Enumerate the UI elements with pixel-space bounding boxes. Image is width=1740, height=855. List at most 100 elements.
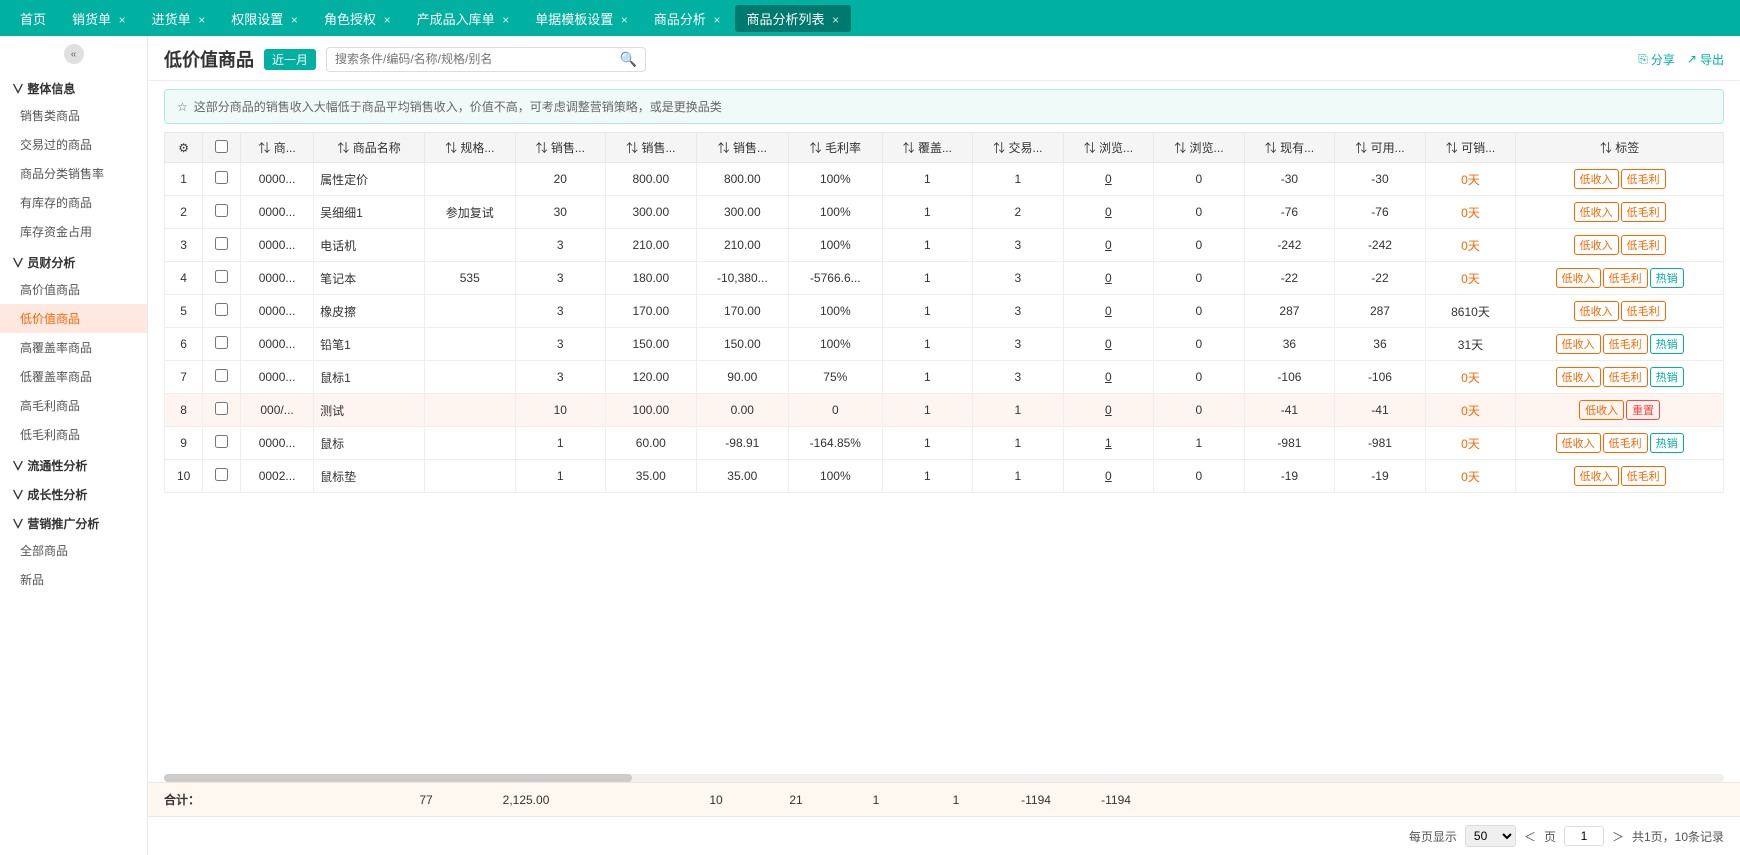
per-page-select[interactable]: 50 100 200 xyxy=(1465,825,1516,847)
sidebar-group-flow[interactable]: ∨ 流通性分析 xyxy=(0,449,147,478)
row-view1[interactable]: 0 xyxy=(1063,361,1154,394)
view1-link[interactable]: 1 xyxy=(1105,436,1112,450)
col-trade-header[interactable]: ⇅ 交易... xyxy=(973,133,1064,163)
sidebar-item-low-value[interactable]: 低价值商品 xyxy=(0,304,147,333)
row-checkbox[interactable] xyxy=(215,402,228,415)
nav-roles[interactable]: 角色授权 × xyxy=(312,5,403,32)
row-view1[interactable]: 1 xyxy=(1063,427,1154,460)
view1-link[interactable]: 0 xyxy=(1105,370,1112,384)
pagination-page-input[interactable] xyxy=(1564,826,1604,846)
row-view1[interactable]: 0 xyxy=(1063,163,1154,196)
col-spec-header[interactable]: ⇅ 规格... xyxy=(424,133,515,163)
col-sales2-header[interactable]: ⇅ 销售... xyxy=(696,133,789,163)
pagination-next[interactable]: ＞ xyxy=(1612,828,1624,845)
view1-link[interactable]: 0 xyxy=(1105,304,1112,318)
row-view1[interactable]: 0 xyxy=(1063,295,1154,328)
sidebar-item-high-coverage[interactable]: 高覆盖率商品 xyxy=(0,333,147,362)
row-checkbox[interactable] xyxy=(215,237,228,250)
row-checkbox-cell[interactable] xyxy=(203,163,241,196)
nav-products-in[interactable]: 产成品入库单 × xyxy=(405,5,522,32)
row-checkbox[interactable] xyxy=(215,468,228,481)
row-view1[interactable]: 0 xyxy=(1063,229,1154,262)
row-checkbox[interactable] xyxy=(215,336,228,349)
sidebar-item-new-goods[interactable]: 新品 xyxy=(0,565,147,594)
row-checkbox[interactable] xyxy=(215,303,228,316)
col-name-header[interactable]: ⇅ 商品名称 xyxy=(314,133,425,163)
export-button[interactable]: ↗ 导出 xyxy=(1687,51,1724,68)
row-checkbox[interactable] xyxy=(215,171,228,184)
row-checkbox-cell[interactable] xyxy=(203,394,241,427)
sidebar-item-high-value[interactable]: 高价值商品 xyxy=(0,275,147,304)
search-input[interactable] xyxy=(335,52,616,66)
col-view1-header[interactable]: ⇅ 浏览... xyxy=(1063,133,1154,163)
col-code-header[interactable]: ⇅ 商... xyxy=(241,133,314,163)
row-checkbox-cell[interactable] xyxy=(203,295,241,328)
view1-link[interactable]: 0 xyxy=(1105,172,1112,186)
col-avail-header[interactable]: ⇅ 可用... xyxy=(1335,133,1426,163)
nav-purchase[interactable]: 进货单 × xyxy=(140,5,218,32)
col-days-header[interactable]: ⇅ 可销... xyxy=(1425,133,1516,163)
sidebar-item-category-rate[interactable]: 商品分类销售率 xyxy=(0,159,147,188)
row-checkbox[interactable] xyxy=(215,369,228,382)
nav-permissions[interactable]: 权限设置 × xyxy=(219,5,310,32)
col-tags-header[interactable]: ⇅ 标签 xyxy=(1516,133,1724,163)
row-checkbox-cell[interactable] xyxy=(203,361,241,394)
row-checkbox-cell[interactable] xyxy=(203,262,241,295)
sidebar-item-low-margin[interactable]: 低毛利商品 xyxy=(0,420,147,449)
sidebar-collapse-btn[interactable]: « xyxy=(64,44,84,64)
nav-sales[interactable]: 销货单 × xyxy=(60,5,138,32)
nav-analysis-close[interactable]: × xyxy=(713,13,720,27)
row-view1[interactable]: 0 xyxy=(1063,262,1154,295)
nav-analysis[interactable]: 商品分析 × xyxy=(642,5,733,32)
nav-sales-close[interactable]: × xyxy=(119,13,126,27)
col-stock-header[interactable]: ⇅ 现有... xyxy=(1244,133,1335,163)
nav-home[interactable]: 首页 xyxy=(8,5,58,32)
row-checkbox-cell[interactable] xyxy=(203,196,241,229)
row-checkbox[interactable] xyxy=(215,270,228,283)
nav-templates-close[interactable]: × xyxy=(621,13,628,27)
view1-link[interactable]: 0 xyxy=(1105,403,1112,417)
nav-products-in-close[interactable]: × xyxy=(502,13,509,27)
share-button[interactable]: ⎘ 分享 xyxy=(1638,51,1675,68)
search-box[interactable]: 🔍 xyxy=(326,47,646,72)
sidebar-group-employee[interactable]: ∨ 员财分析 xyxy=(0,246,147,275)
row-checkbox[interactable] xyxy=(215,204,228,217)
nav-templates[interactable]: 单据模板设置 × xyxy=(523,5,640,32)
table-container[interactable]: ⚙ ⇅ 商... ⇅ 商品名称 ⇅ 规格... ⇅ 销售... ⇅ 销售... … xyxy=(148,132,1740,774)
row-view1[interactable]: 0 xyxy=(1063,328,1154,361)
sidebar-item-stock-goods[interactable]: 有库存的商品 xyxy=(0,188,147,217)
sidebar-item-high-margin[interactable]: 高毛利商品 xyxy=(0,391,147,420)
row-checkbox-cell[interactable] xyxy=(203,229,241,262)
sidebar-group-overall[interactable]: ∨ 整体信息 xyxy=(0,72,147,101)
view1-link[interactable]: 0 xyxy=(1105,271,1112,285)
row-view1[interactable]: 0 xyxy=(1063,460,1154,493)
horizontal-scrollbar[interactable] xyxy=(164,774,1724,782)
col-checkbox[interactable] xyxy=(203,133,241,163)
col-qty-header[interactable]: ⇅ 销售... xyxy=(515,133,606,163)
nav-analysis-list-close[interactable]: × xyxy=(832,13,839,27)
sidebar-item-low-coverage[interactable]: 低覆盖率商品 xyxy=(0,362,147,391)
col-margin-header[interactable]: ⇅ 毛利率 xyxy=(789,133,882,163)
row-view1[interactable]: 0 xyxy=(1063,196,1154,229)
row-checkbox-cell[interactable] xyxy=(203,328,241,361)
col-sales1-header[interactable]: ⇅ 销售... xyxy=(606,133,697,163)
sidebar-item-capital[interactable]: 库存资金占用 xyxy=(0,217,147,246)
sidebar-group-marketing[interactable]: ∨ 营销推广分析 xyxy=(0,507,147,536)
select-all-checkbox[interactable] xyxy=(215,140,228,153)
pagination-prev[interactable]: ＜ xyxy=(1524,828,1536,845)
nav-roles-close[interactable]: × xyxy=(384,13,391,27)
view1-link[interactable]: 0 xyxy=(1105,238,1112,252)
sidebar-item-sales-goods[interactable]: 销售类商品 xyxy=(0,101,147,130)
row-checkbox-cell[interactable] xyxy=(203,460,241,493)
sidebar-item-all-goods[interactable]: 全部商品 xyxy=(0,536,147,565)
row-checkbox[interactable] xyxy=(215,435,228,448)
nav-analysis-list[interactable]: 商品分析列表 × xyxy=(735,5,852,32)
col-settings[interactable]: ⚙ xyxy=(165,133,203,163)
nav-purchase-close[interactable]: × xyxy=(198,13,205,27)
view1-link[interactable]: 0 xyxy=(1105,469,1112,483)
sidebar-item-traded-goods[interactable]: 交易过的商品 xyxy=(0,130,147,159)
search-icon[interactable]: 🔍 xyxy=(620,51,637,68)
col-cover-header[interactable]: ⇅ 覆盖... xyxy=(882,133,973,163)
sidebar-group-growth[interactable]: ∨ 成长性分析 xyxy=(0,478,147,507)
row-checkbox-cell[interactable] xyxy=(203,427,241,460)
